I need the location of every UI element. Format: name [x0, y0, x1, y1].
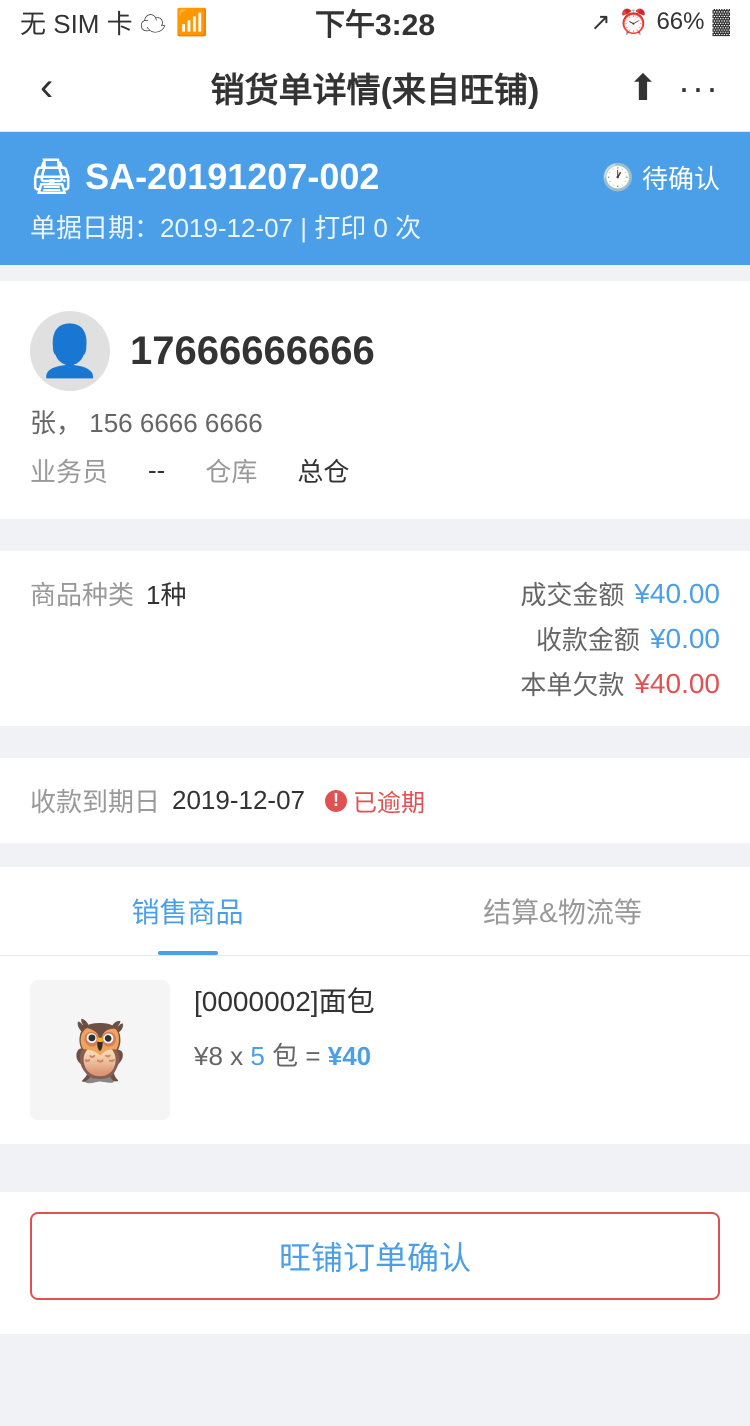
product-type-label: 商品种类: [30, 575, 134, 612]
salesperson-value: --: [148, 455, 165, 486]
overdue-badge: ! 已逾期: [325, 783, 425, 818]
order-id: 🖨 SA-20191207-002: [30, 156, 379, 198]
customer-main-row: 👤 17666666666: [30, 311, 720, 391]
more-button[interactable]: ···: [678, 67, 720, 109]
product-card: 🦉 [0000002]面包 ¥8 x 5 包 = ¥40: [0, 956, 750, 1144]
amounts-section: 成交金额 ¥40.00 收款金额 ¥0.00 本单欠款 ¥40.00: [520, 575, 720, 702]
salesperson-label: 业务员: [30, 452, 108, 489]
nav-right-actions: ⬆ ···: [628, 67, 720, 109]
warning-icon: !: [325, 790, 347, 812]
product-image-placeholder: 🦉: [63, 1015, 138, 1086]
avatar-icon: 👤: [39, 322, 101, 381]
order-date: 单据日期：2019-12-07 | 打印 0 次: [30, 208, 720, 245]
clock-icon: 🕐: [602, 162, 634, 193]
product-info: [0000002]面包 ¥8 x 5 包 = ¥40: [194, 980, 720, 1073]
status-text: 待确认: [642, 159, 720, 196]
product-name: [0000002]面包: [194, 980, 720, 1020]
order-icon: 🖨: [30, 157, 73, 197]
back-button[interactable]: ‹: [30, 55, 63, 120]
header-card: 🖨 SA-20191207-002 🕐 待确认 单据日期：2019-12-07 …: [0, 132, 750, 265]
warehouse-value: 总仓: [297, 452, 349, 489]
status-bar: 无 SIM 卡 ☁ 📶 下午3:28 ↗ ⏰ 66% ▓: [0, 0, 750, 44]
avatar: 👤: [30, 311, 110, 391]
no-sim-text: 无 SIM 卡 ☁: [20, 4, 166, 41]
wifi-icon: 📶: [176, 7, 208, 38]
order-id-text: SA-20191207-002: [85, 156, 379, 198]
deal-amount-value: ¥40.00: [634, 578, 720, 610]
status-time: 下午3:28: [315, 0, 435, 44]
tab-settlement[interactable]: 结算&物流等: [375, 867, 750, 955]
product-type-value: 1种: [146, 575, 186, 612]
warehouse-label: 仓库: [205, 452, 257, 489]
tab-active-indicator: [158, 951, 218, 955]
product-price: ¥8: [194, 1041, 223, 1071]
section-divider-1: [0, 535, 750, 551]
deal-amount-label: 成交金额: [520, 575, 624, 612]
tab-sales-label: 销售商品: [131, 891, 243, 931]
section-divider-2: [0, 742, 750, 758]
received-amount-label: 收款金额: [536, 620, 640, 657]
section-divider-3: [0, 851, 750, 867]
tabs-container: 销售商品 结算&物流等: [0, 867, 750, 956]
product-image: 🦉: [30, 980, 170, 1120]
location-icon: ↗: [590, 8, 610, 37]
product-total: ¥40: [328, 1041, 371, 1071]
tab-sales-product[interactable]: 销售商品: [0, 867, 375, 955]
order-status: 🕐 待确认: [602, 159, 720, 196]
customer-phone: 17666666666: [130, 329, 375, 374]
battery-text: 66%: [656, 8, 704, 36]
product-qty: 5: [250, 1041, 264, 1071]
due-date-value: 2019-12-07: [172, 785, 305, 816]
product-type-section: 商品种类 1种: [30, 575, 186, 612]
status-left: 无 SIM 卡 ☁ 📶: [20, 4, 208, 41]
multiply-sign: x: [230, 1041, 250, 1071]
page-title: 销货单详情(来自旺铺): [211, 63, 540, 112]
owe-amount-row: 本单欠款 ¥40.00: [520, 665, 720, 702]
received-amount-value: ¥0.00: [650, 623, 720, 655]
product-unit: 包: [272, 1041, 298, 1071]
product-price-row: ¥8 x 5 包 = ¥40: [194, 1036, 720, 1073]
customer-phone-secondary: 156 6666 6666: [89, 408, 263, 438]
battery-icon: ▓: [713, 8, 731, 36]
customer-card: 👤 17666666666 张， 156 6666 6666 业务员 -- 仓库…: [0, 281, 750, 519]
deal-amount-row: 成交金额 ¥40.00: [520, 575, 720, 612]
due-date-card: 收款到期日 2019-12-07 ! 已逾期: [0, 758, 750, 843]
confirm-order-button[interactable]: 旺铺订单确认: [30, 1212, 720, 1300]
equals-sign: =: [305, 1041, 327, 1071]
customer-name-text: 张: [30, 408, 56, 438]
due-date-label: 收款到期日: [30, 782, 160, 819]
overdue-text: 已逾期: [353, 783, 425, 818]
nav-bar: ‹ 销货单详情(来自旺铺) ⬆ ···: [0, 44, 750, 132]
owe-amount-value: ¥40.00: [634, 668, 720, 700]
share-button[interactable]: ⬆: [628, 67, 658, 109]
bottom-bar: 旺铺订单确认: [0, 1192, 750, 1334]
customer-info-row: 业务员 -- 仓库 总仓: [30, 452, 720, 489]
owe-amount-label: 本单欠款: [520, 665, 624, 702]
received-amount-row: 收款金额 ¥0.00: [536, 620, 720, 657]
summary-main-row: 商品种类 1种 成交金额 ¥40.00 收款金额 ¥0.00 本单欠款 ¥40.…: [30, 575, 720, 702]
status-right: ↗ ⏰ 66% ▓: [590, 8, 730, 37]
customer-name-phone: 张， 156 6666 6666: [30, 403, 720, 440]
header-card-top: 🖨 SA-20191207-002 🕐 待确认: [30, 156, 720, 198]
summary-card: 商品种类 1种 成交金额 ¥40.00 收款金额 ¥0.00 本单欠款 ¥40.…: [0, 551, 750, 726]
tab-settlement-label: 结算&物流等: [483, 891, 642, 931]
alarm-icon: ⏰: [619, 8, 649, 37]
